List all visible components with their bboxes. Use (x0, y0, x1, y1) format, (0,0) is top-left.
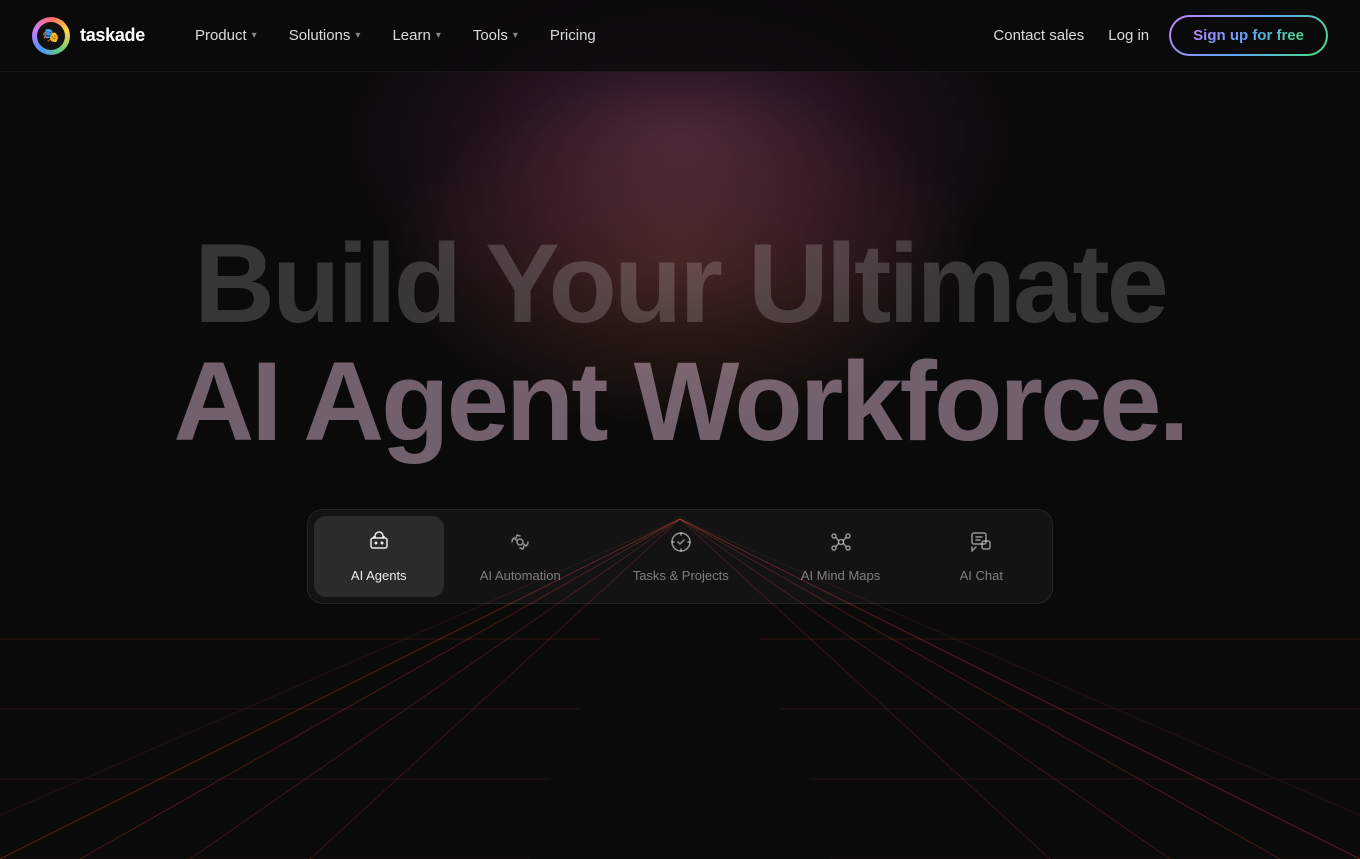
chevron-down-icon: ▾ (252, 30, 257, 41)
tab-ai-mind-maps[interactable]: AI Mind Maps (765, 516, 916, 597)
nav-tools[interactable]: Tools ▾ (459, 19, 532, 52)
signup-button[interactable]: Sign up for free (1169, 15, 1328, 56)
ai-automation-icon (508, 530, 532, 560)
nav-links: Product ▾ Solutions ▾ Learn ▾ Tools ▾ Pr… (181, 19, 989, 52)
chevron-down-icon: ▾ (436, 30, 441, 41)
tab-ai-automation[interactable]: AI Automation (444, 516, 597, 597)
tab-ai-agents[interactable]: AI Agents (314, 516, 444, 597)
hero-title-line1: Build Your Ultimate (173, 225, 1186, 343)
logo-icon: 🎭 (32, 17, 70, 55)
nav-learn[interactable]: Learn ▾ (378, 19, 454, 52)
tab-tasks-projects[interactable]: Tasks & Projects (597, 516, 765, 597)
tab-ai-agents-label: AI Agents (351, 568, 407, 583)
logo-text: taskade (80, 25, 145, 46)
contact-sales-button[interactable]: Contact sales (989, 19, 1088, 52)
hero-section: Build Your Ultimate AI Agent Workforce. … (0, 0, 1360, 859)
tasks-projects-icon (669, 530, 693, 560)
hero-title-line2: AI Agent Workforce. (173, 343, 1186, 461)
login-button[interactable]: Log in (1104, 19, 1153, 52)
nav-solutions[interactable]: Solutions ▾ (275, 19, 375, 52)
chevron-down-icon: ▾ (355, 30, 360, 41)
hero-title: Build Your Ultimate AI Agent Workforce. (173, 225, 1186, 460)
tab-ai-chat-label: AI Chat (960, 568, 1003, 583)
ai-agents-icon (367, 530, 391, 560)
tab-ai-mind-maps-label: AI Mind Maps (801, 568, 880, 583)
hero-tabs: AI Agents AI Automation (307, 509, 1054, 604)
tab-ai-automation-label: AI Automation (480, 568, 561, 583)
chevron-down-icon: ▾ (513, 30, 518, 41)
nav-product[interactable]: Product ▾ (181, 19, 271, 52)
nav-right: Contact sales Log in Sign up for free (989, 15, 1328, 56)
tab-tasks-projects-label: Tasks & Projects (633, 568, 729, 583)
navbar: 🎭 taskade Product ▾ Solutions ▾ Learn ▾ … (0, 0, 1360, 72)
tab-ai-chat[interactable]: AI Chat (916, 516, 1046, 597)
nav-pricing[interactable]: Pricing (536, 19, 610, 52)
ai-mind-maps-icon (829, 530, 853, 560)
logo[interactable]: 🎭 taskade (32, 17, 145, 55)
logo-inner: 🎭 (37, 22, 65, 50)
ai-chat-icon (969, 530, 993, 560)
